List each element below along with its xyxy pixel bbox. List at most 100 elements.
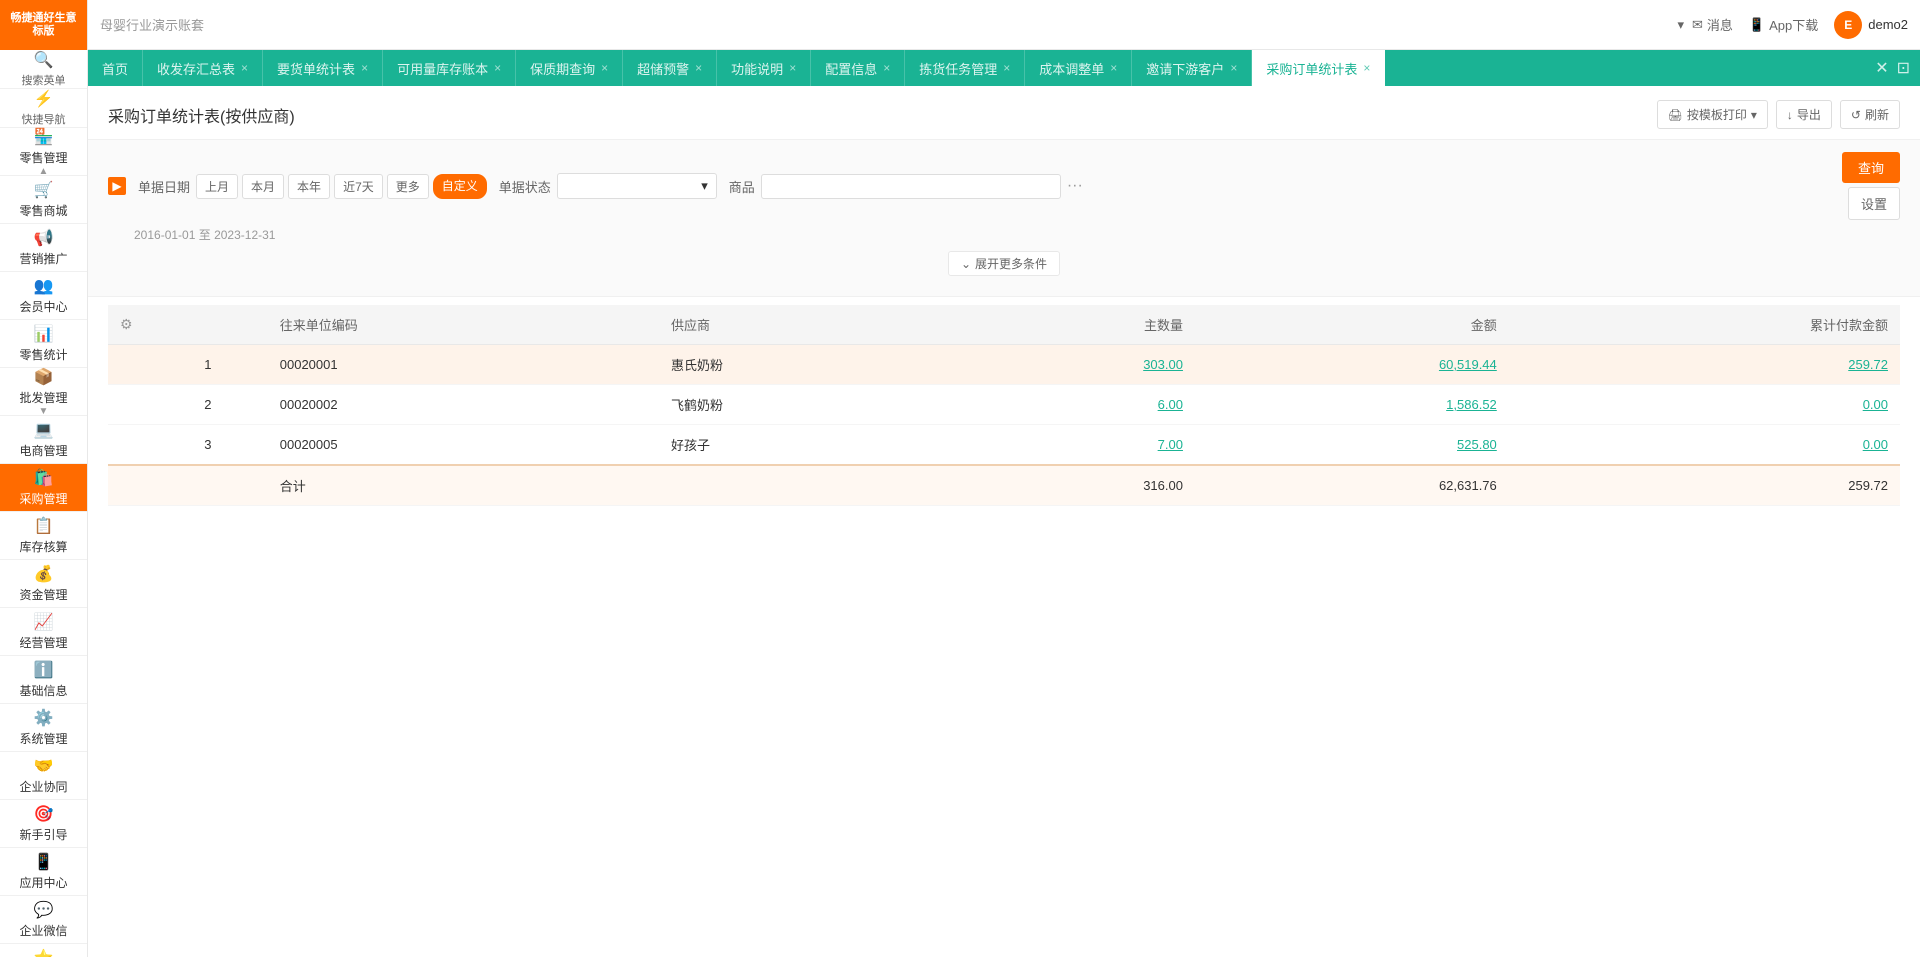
sidebar-item-enterprise[interactable]: 🤝 企业协同	[0, 752, 88, 800]
tab-config-info[interactable]: 配置信息 ×	[811, 50, 905, 86]
sidebar-item-quicknav-label: 快捷导航	[22, 111, 66, 127]
column-settings-icon[interactable]: ⚙	[120, 316, 133, 332]
sidebar-item-retail-stats[interactable]: 📊 零售统计	[0, 320, 88, 368]
sidebar-item-app-center-label: 应用中心	[19, 874, 67, 891]
col-supplier-header: 供应商	[659, 305, 950, 345]
tab-overstock-warn[interactable]: 超储预警 ×	[623, 50, 717, 86]
footer-label-cell: 合计	[268, 465, 659, 506]
row-main-qty-cell[interactable]: 303.00	[950, 345, 1195, 385]
logo-text: 畅捷通好生意标版	[11, 12, 77, 38]
row-main-qty-cell[interactable]: 6.00	[950, 385, 1195, 425]
settings-button[interactable]: 设置	[1848, 187, 1900, 220]
row-amount-cell[interactable]: 1,586.52	[1195, 385, 1509, 425]
refresh-button[interactable]: ↺ 刷新	[1840, 100, 1900, 129]
tab-invite-downstream[interactable]: 邀请下游客户 ×	[1132, 50, 1252, 86]
row-main-qty-cell[interactable]: 7.00	[950, 425, 1195, 466]
status-select[interactable]: ▾	[557, 173, 717, 199]
table-row[interactable]: 3 00020005 好孩子 7.00 525.80 0.00	[108, 425, 1900, 466]
tab-receive-pay[interactable]: 收发存汇总表 ×	[143, 50, 263, 86]
tab-picking-task[interactable]: 拣货任务管理 ×	[905, 50, 1025, 86]
sidebar-item-finance[interactable]: 💰 资金管理	[0, 560, 88, 608]
table-row[interactable]: 2 00020002 飞鹤奶粉 6.00 1,586.52 0.00	[108, 385, 1900, 425]
sidebar-item-retail-stats-label: 零售统计	[19, 346, 67, 363]
tab-receive-pay-close[interactable]: ×	[241, 61, 248, 75]
sidebar-item-system-mgmt[interactable]: ⚙️ 系统管理	[0, 704, 88, 752]
tab-func-desc-close[interactable]: ×	[789, 61, 796, 75]
footer-amount: 62,631.76	[1439, 478, 1497, 493]
sidebar-item-inventory[interactable]: 📋 库存核算	[0, 512, 88, 560]
tab-expiry-query-close[interactable]: ×	[601, 61, 608, 75]
tab-cost-adjust-close[interactable]: ×	[1110, 61, 1117, 75]
sidebar-item-wholesale-mgmt[interactable]: 📦 批发管理 ▼	[0, 368, 88, 416]
row-amount-cell[interactable]: 525.80	[1195, 425, 1509, 466]
tab-overstock-warn-close[interactable]: ×	[695, 61, 702, 75]
row-paid-amount-cell[interactable]: 0.00	[1509, 385, 1900, 425]
sidebar-item-purchase-mgmt[interactable]: 🛍️ 采购管理	[0, 464, 88, 512]
app-download-button[interactable]: 📱 App下载	[1749, 15, 1818, 34]
sidebar-item-basic-info[interactable]: ℹ️ 基础信息	[0, 656, 88, 704]
row-paid-amount-cell[interactable]: 259.72	[1509, 345, 1900, 385]
tab-goods-stats-close[interactable]: ×	[361, 61, 368, 75]
tab-purchase-summary[interactable]: 采购订单统计表 ×	[1252, 50, 1385, 86]
messages-button[interactable]: ✉ 消息	[1692, 15, 1733, 34]
filter-expand-arrow-button[interactable]: ▶	[108, 177, 126, 195]
expand-more-label: 展开更多条件	[975, 255, 1047, 272]
goods-input[interactable]	[761, 174, 1061, 199]
expand-more-button[interactable]: ⌄ 展开更多条件	[948, 251, 1060, 276]
row-gear-cell	[108, 385, 148, 425]
more-date-button[interactable]: 更多	[387, 174, 429, 199]
sidebar-item-enterprise-wechat[interactable]: 💬 企业微信	[0, 896, 88, 944]
this-year-button[interactable]: 本年	[288, 174, 330, 199]
col-unit-code-header: 往来单位编码	[268, 305, 659, 345]
this-month-button[interactable]: 本月	[242, 174, 284, 199]
date-separator: 至	[199, 228, 214, 242]
ecom-mgmt-icon: 💻	[34, 420, 54, 440]
sidebar-item-operation[interactable]: 📈 经营管理	[0, 608, 88, 656]
tab-picking-task-close[interactable]: ×	[1003, 61, 1010, 75]
export-button[interactable]: ↓ 导出	[1776, 100, 1832, 129]
sidebar-item-member[interactable]: 👥 会员中心	[0, 272, 88, 320]
enterprise-wechat-icon: 💬	[34, 900, 54, 920]
row-paid-amount-cell[interactable]: 0.00	[1509, 425, 1900, 466]
footer-main-qty: 316.00	[1143, 478, 1183, 493]
query-button[interactable]: 查询	[1842, 152, 1900, 183]
tab-invite-downstream-label: 邀请下游客户	[1146, 59, 1224, 78]
user-profile-button[interactable]: E demo2	[1834, 11, 1908, 39]
tab-cost-adjust[interactable]: 成本调整单 ×	[1025, 50, 1132, 86]
window-close-icon[interactable]: ✕	[1875, 58, 1888, 78]
sidebar-item-marketing[interactable]: 📢 营销推广	[0, 224, 88, 272]
export-label: 导出	[1797, 106, 1821, 123]
tab-usable-inventory[interactable]: 可用量库存账本 ×	[383, 50, 516, 86]
sidebar-item-retail-mgmt[interactable]: 🏪 零售管理 ▲	[0, 128, 88, 176]
table-row[interactable]: 1 00020001 惠氏奶粉 303.00 60,519.44 259.72	[108, 345, 1900, 385]
topbar-dropdown[interactable]: ▾	[1677, 17, 1684, 33]
last-month-button[interactable]: 上月	[196, 174, 238, 199]
tab-purchase-summary-close[interactable]: ×	[1363, 61, 1370, 75]
tab-goods-stats[interactable]: 要货单统计表 ×	[263, 50, 383, 86]
sidebar-item-ecom-mgmt[interactable]: 💻 电商管理	[0, 416, 88, 464]
sidebar-item-new-guide[interactable]: 🎯 新手引导	[0, 800, 88, 848]
tab-home[interactable]: 首页	[88, 50, 143, 86]
inventory-icon: 📋	[34, 516, 54, 536]
print-button[interactable]: 🖨 按模板打印 ▾	[1657, 100, 1768, 129]
sidebar-item-app-center[interactable]: 📱 应用中心	[0, 848, 88, 896]
tab-config-info-close[interactable]: ×	[883, 61, 890, 75]
table-container: ⚙ 往来单位编码 供应商 主数量 金额	[88, 305, 1920, 506]
tab-usable-inventory-close[interactable]: ×	[494, 61, 501, 75]
new-guide-icon: 🎯	[34, 804, 54, 824]
row-amount-cell[interactable]: 60,519.44	[1195, 345, 1509, 385]
tab-invite-downstream-close[interactable]: ×	[1230, 61, 1237, 75]
app-center-icon: 📱	[34, 852, 54, 872]
expand-down-icon: ⌄	[961, 257, 971, 271]
7days-button[interactable]: 近7天	[334, 174, 383, 199]
tab-func-desc[interactable]: 功能说明 ×	[717, 50, 811, 86]
tab-expiry-query[interactable]: 保质期查询 ×	[516, 50, 623, 86]
header-actions: 🖨 按模板打印 ▾ ↓ 导出 ↺ 刷新	[1657, 100, 1900, 129]
sidebar-item-member-vip[interactable]: ⭐ 畅会员	[0, 944, 88, 957]
sidebar-item-search[interactable]: 🔍 搜索英单	[0, 50, 88, 89]
username-label: demo2	[1868, 17, 1908, 32]
sidebar-item-retail-mall[interactable]: 🛒 零售商城	[0, 176, 88, 224]
sidebar-item-quicknav[interactable]: ⚡ 快捷导航	[0, 89, 88, 128]
window-maximize-icon[interactable]: ⊡	[1897, 58, 1910, 78]
goods-more-button[interactable]: ···	[1067, 177, 1083, 195]
